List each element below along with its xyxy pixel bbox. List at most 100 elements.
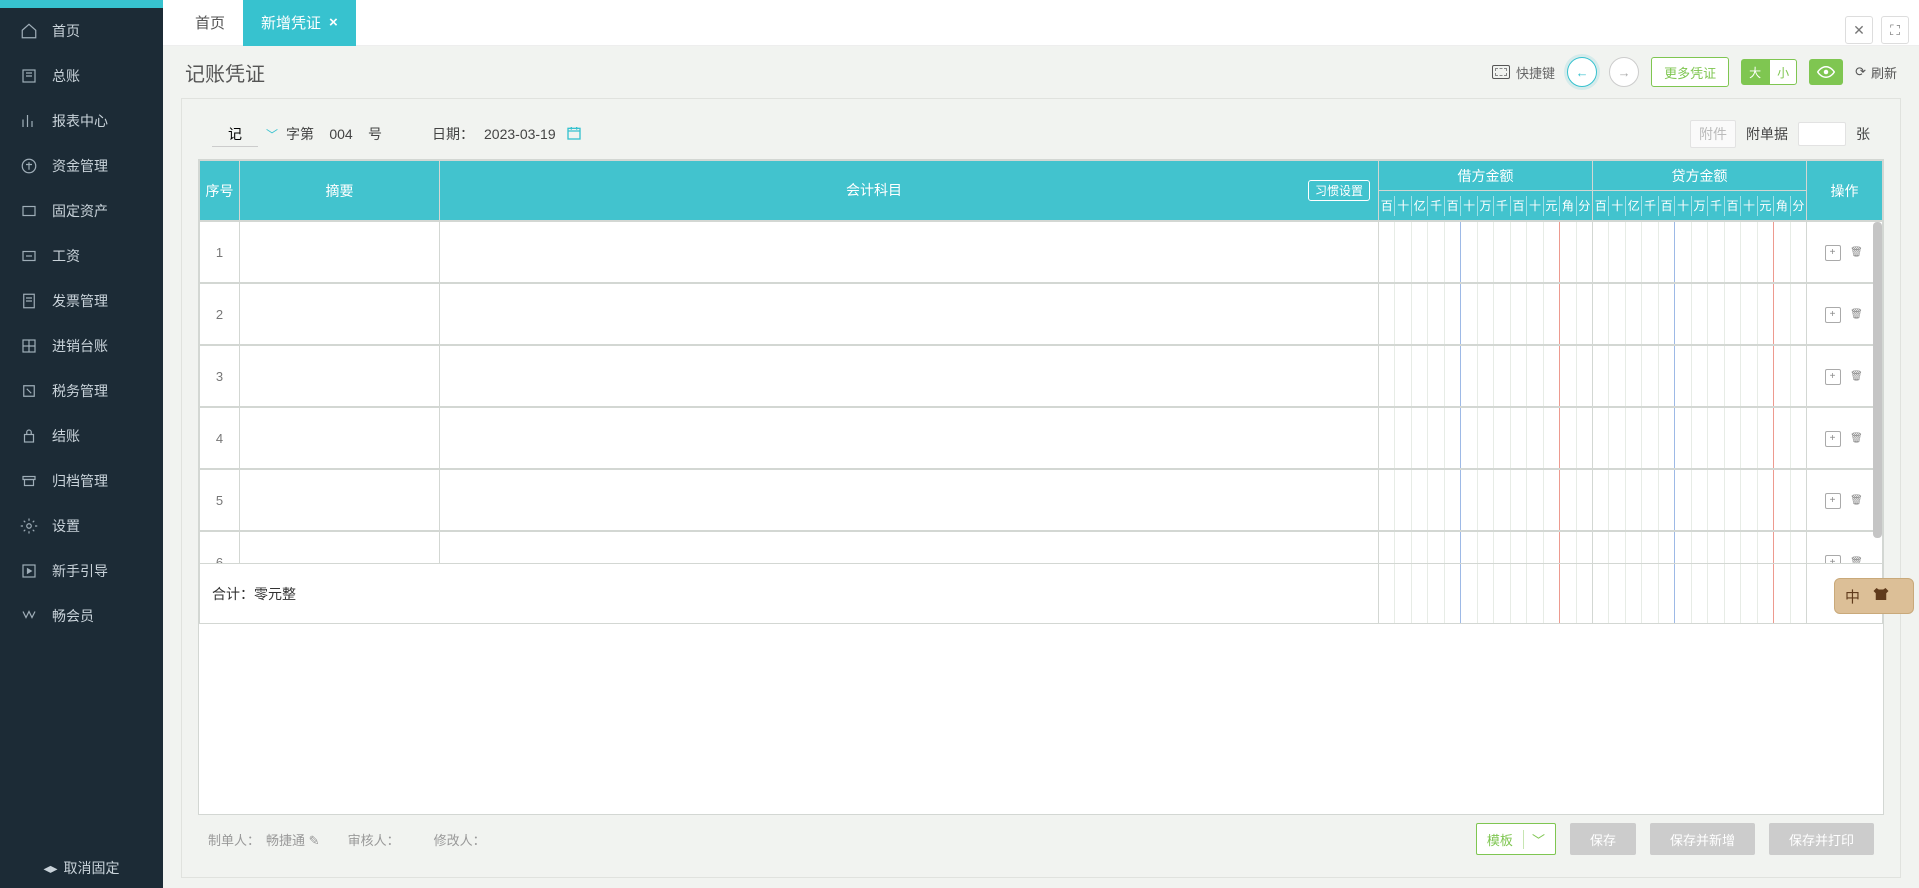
size-small-button[interactable]: 小 (1769, 59, 1797, 85)
close-tab-sys-button[interactable]: ✕ (1845, 16, 1873, 44)
toolbar: 记账凭证 快捷键 ← → 更多凭证 大 小 ⟳ 刷新 (163, 46, 1919, 98)
desc-textarea[interactable] (240, 222, 439, 278)
close-icon[interactable]: × (329, 14, 338, 31)
gear-icon (20, 517, 38, 535)
home-icon (20, 22, 38, 40)
sidebar-item-inout[interactable]: 进销台账 (0, 323, 163, 368)
size-large-button[interactable]: 大 (1741, 59, 1769, 85)
sidebar-item-assets[interactable]: 固定资产 (0, 188, 163, 233)
save-button[interactable]: 保存 (1570, 823, 1636, 855)
date-label: 日期： (432, 124, 474, 144)
add-row-icon[interactable]: + (1825, 307, 1841, 323)
tab-home[interactable]: 首页 (177, 0, 243, 46)
voucher-number[interactable]: 004 (322, 126, 360, 142)
sidebar-item-tax[interactable]: 税务管理 (0, 368, 163, 413)
row-subject-cell[interactable] (440, 532, 1379, 564)
shortcut-button[interactable]: 快捷键 (1492, 63, 1555, 82)
tax-icon (20, 382, 38, 400)
ime-mode: 中 (1845, 586, 1860, 607)
tab-new-voucher[interactable]: 新增凭证 × (243, 0, 356, 46)
sidebar-unpin[interactable]: ◂▸ 取消固定 (0, 848, 163, 888)
add-row-icon[interactable]: + (1825, 431, 1841, 447)
play-icon (20, 562, 38, 580)
row-debit-cell[interactable] (1379, 222, 1593, 283)
sidebar-item-salary[interactable]: 工资 (0, 233, 163, 278)
delete-row-icon[interactable]: 🗑 (1849, 307, 1865, 323)
sidebar-item-archive[interactable]: 归档管理 (0, 458, 163, 503)
row-subject-cell[interactable] (440, 284, 1379, 345)
fullscreen-button[interactable]: ⛶ (1881, 16, 1909, 44)
add-row-icon[interactable]: + (1825, 555, 1841, 563)
delete-row-icon[interactable]: 🗑 (1849, 245, 1865, 261)
date-value[interactable]: 2023-03-19 (484, 126, 556, 142)
row-credit-cell[interactable] (1593, 346, 1807, 407)
row-desc-cell[interactable] (240, 222, 440, 283)
save-new-button[interactable]: 保存并新增 (1650, 823, 1755, 855)
row-credit-cell[interactable] (1593, 532, 1807, 564)
refresh-button[interactable]: ⟳ 刷新 (1855, 63, 1897, 82)
delete-row-icon[interactable]: 🗑 (1849, 369, 1865, 385)
row-subject-cell[interactable] (440, 222, 1379, 283)
row-desc-cell[interactable] (240, 408, 440, 469)
row-debit-cell[interactable] (1379, 532, 1593, 564)
delete-row-icon[interactable]: 🗑 (1849, 431, 1865, 447)
sidebar-item-closing[interactable]: 结账 (0, 413, 163, 458)
next-voucher-button[interactable]: → (1609, 57, 1639, 87)
row-seq: 4 (200, 408, 240, 469)
row-credit-cell[interactable] (1593, 284, 1807, 345)
total-row: 合计：零元整 (200, 564, 1379, 624)
more-voucher-button[interactable]: 更多凭证 (1651, 57, 1729, 87)
add-row-icon[interactable]: + (1825, 369, 1841, 385)
sidebar-item-guide[interactable]: 新手引导 (0, 548, 163, 593)
voucher-type-input[interactable] (212, 121, 258, 147)
attachment-button[interactable]: 附件 (1690, 120, 1736, 148)
row-subject-cell[interactable] (440, 346, 1379, 407)
row-subject-cell[interactable] (440, 470, 1379, 531)
row-desc-cell[interactable] (240, 346, 440, 407)
row-subject-cell[interactable] (440, 408, 1379, 469)
sidebar-item-settings[interactable]: 设置 (0, 503, 163, 548)
row-debit-cell[interactable] (1379, 470, 1593, 531)
hao-label: 号 (368, 124, 382, 144)
row-desc-cell[interactable] (240, 532, 440, 564)
money-icon (20, 157, 38, 175)
save-print-button[interactable]: 保存并打印 (1769, 823, 1874, 855)
table-row: 5+🗑 (199, 469, 1883, 531)
sidebar-item-ledger[interactable]: 总账 (0, 53, 163, 98)
delete-row-icon[interactable]: 🗑 (1849, 555, 1865, 563)
row-desc-cell[interactable] (240, 284, 440, 345)
preview-button[interactable] (1809, 59, 1843, 85)
sidebar-item-invoice[interactable]: 发票管理 (0, 278, 163, 323)
scrollbar[interactable] (1873, 222, 1882, 538)
habit-setting-button[interactable]: 习惯设置 (1308, 180, 1370, 201)
prev-voucher-button[interactable]: ← (1567, 57, 1597, 87)
ime-widget[interactable]: 中 (1834, 578, 1914, 614)
row-debit-cell[interactable] (1379, 408, 1593, 469)
add-row-icon[interactable]: + (1825, 245, 1841, 261)
shirt-icon[interactable] (1872, 586, 1890, 606)
sidebar-item-home[interactable]: 首页 (0, 8, 163, 53)
eye-icon (1817, 65, 1835, 79)
attach-count-input[interactable] (1798, 122, 1846, 146)
chevron-down-icon[interactable]: ﹀ (266, 126, 278, 143)
sidebar-item-reports[interactable]: 报表中心 (0, 98, 163, 143)
add-row-icon[interactable]: + (1825, 493, 1841, 509)
template-button[interactable]: 模板 ﹀ (1476, 823, 1556, 855)
col-subject: 会计科目 习惯设置 (440, 161, 1379, 221)
attach-doc-label: 附单据 (1746, 124, 1788, 144)
delete-row-icon[interactable]: 🗑 (1849, 493, 1865, 509)
voucher-table: 序号 摘要 会计科目 习惯设置 借方金额 贷方金额 操作 百十亿千百十万千百十元… (198, 159, 1884, 815)
row-credit-cell[interactable] (1593, 470, 1807, 531)
sidebar-item-vip[interactable]: 畅会员 (0, 593, 163, 638)
sidebar-item-funds[interactable]: 资金管理 (0, 143, 163, 188)
row-credit-cell[interactable] (1593, 222, 1807, 283)
edit-icon[interactable]: ✎ (309, 833, 320, 848)
calendar-icon[interactable] (566, 125, 582, 144)
chevron-down-icon[interactable]: ﹀ (1523, 830, 1545, 849)
row-credit-cell[interactable] (1593, 408, 1807, 469)
row-desc-cell[interactable] (240, 470, 440, 531)
row-debit-cell[interactable] (1379, 284, 1593, 345)
chart-icon (20, 112, 38, 130)
row-debit-cell[interactable] (1379, 346, 1593, 407)
assets-icon (20, 202, 38, 220)
